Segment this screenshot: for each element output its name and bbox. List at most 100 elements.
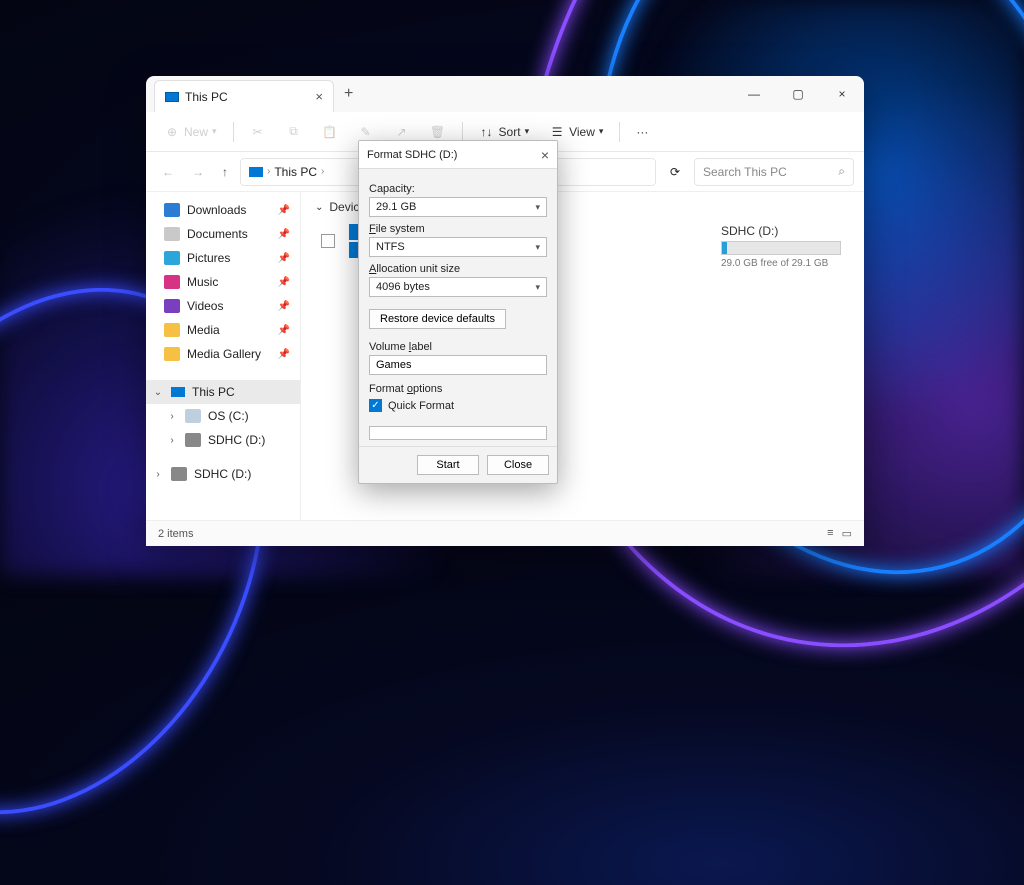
sidebar-item-documents[interactable]: Documents📌 [146, 222, 300, 246]
volume-label-input[interactable] [369, 355, 547, 375]
volume-label-label: Volume label [369, 341, 547, 353]
refresh-button[interactable]: ⟳ [662, 161, 688, 183]
sidebar-item-this-pc[interactable]: ⌄ This PC [146, 380, 300, 404]
sidebar-item-downloads[interactable]: Downloads 📌 [146, 198, 300, 222]
format-options-label: Format options [369, 383, 547, 395]
pin-icon: 📌 [278, 205, 290, 216]
view-icon: ☰ [549, 124, 565, 140]
dialog-title: Format SDHC (D:) [367, 149, 457, 161]
plus-circle-icon: ⊕ [164, 124, 180, 140]
folder-icon [164, 299, 180, 313]
folder-icon [164, 251, 180, 265]
pin-icon: 📌 [278, 301, 290, 312]
paste-button[interactable]: 📋 [314, 120, 346, 144]
storage-bar-fill [722, 242, 727, 254]
pin-icon: 📌 [278, 277, 290, 288]
chevron-down-icon: ▾ [525, 126, 530, 137]
folder-icon [164, 275, 180, 289]
chevron-right-icon: › [267, 166, 270, 177]
chevron-down-icon[interactable]: ⌄ [152, 387, 164, 398]
restore-defaults-button[interactable]: Restore device defaults [369, 309, 506, 329]
sidebar-item-sdhc-d-root[interactable]: › SDHC (D:) [146, 462, 300, 486]
drive-icon [185, 433, 201, 447]
sort-icon: ↑↓ [479, 124, 495, 140]
dialog-close-button[interactable]: × [541, 147, 549, 163]
sidebar-item-sdhc-d[interactable]: › SDHC (D:) [146, 428, 300, 452]
maximize-button[interactable]: ▢ [776, 76, 820, 112]
status-bar: 2 items ≡ ▭ [146, 520, 864, 546]
chevron-down-icon: ▾ [535, 202, 540, 213]
tiles-view-icon[interactable]: ▭ [842, 527, 852, 540]
copy-button[interactable]: ⧉ [278, 120, 310, 144]
filesystem-dropdown[interactable]: NTFS ▾ [369, 237, 547, 257]
start-button[interactable]: Start [417, 455, 479, 475]
chevron-right-icon[interactable]: › [152, 469, 164, 480]
more-icon: ··· [636, 125, 648, 139]
folder-icon [164, 227, 180, 241]
sort-label: Sort [499, 125, 521, 139]
tab-close-button[interactable]: × [315, 89, 323, 104]
pin-icon: 📌 [278, 253, 290, 264]
details-view-icon[interactable]: ≡ [827, 527, 833, 540]
sidebar-item-label: Music [187, 275, 218, 289]
sidebar-item-label: Downloads [187, 203, 246, 217]
chevron-right-icon[interactable]: › [166, 435, 178, 446]
checkbox[interactable] [321, 234, 335, 248]
close-dialog-button[interactable]: Close [487, 455, 549, 475]
sidebar-item-pictures[interactable]: Pictures 📌 [146, 246, 300, 270]
trash-icon: 🗑 [430, 124, 446, 140]
sidebar-item-label: SDHC (D:) [194, 467, 251, 481]
quick-format-checkbox[interactable]: ✓ Quick Format [369, 399, 547, 412]
pin-icon: 📌 [278, 349, 290, 360]
chevron-right-icon[interactable]: › [166, 411, 178, 422]
capacity-value: 29.1 GB [376, 201, 416, 213]
sidebar-item-label: Videos [187, 299, 223, 313]
sidebar-item-label: SDHC (D:) [208, 433, 265, 447]
filesystem-value: NTFS [376, 241, 405, 253]
back-button[interactable]: ← [156, 161, 180, 183]
close-button[interactable]: × [820, 76, 864, 112]
capacity-label: Capacity: [369, 183, 547, 195]
sidebar-item-media[interactable]: Media📌 [146, 318, 300, 342]
filesystem-label: File system [369, 223, 547, 235]
tab-title: This PC [185, 90, 228, 104]
chevron-down-icon: ▾ [212, 126, 217, 137]
divider [233, 122, 234, 142]
sidebar-item-media-gallery[interactable]: Media Gallery📌 [146, 342, 300, 366]
scissors-icon: ✂ [250, 124, 266, 140]
pc-icon [249, 167, 263, 177]
minimize-button[interactable]: — [732, 76, 776, 112]
chevron-down-icon: ▾ [535, 282, 540, 293]
window-controls: — ▢ × [732, 76, 864, 112]
sidebar-item-label: Pictures [187, 251, 230, 265]
chevron-down-icon: ▾ [535, 242, 540, 253]
share-icon: ↗ [394, 124, 410, 140]
forward-button[interactable]: → [186, 161, 210, 183]
sidebar-item-label: OS (C:) [208, 409, 249, 423]
sidebar-item-label: This PC [192, 385, 235, 399]
drive-tile-sdhc-d[interactable]: SDHC (D:) 29.0 GB free of 29.1 GB [721, 224, 841, 269]
sidebar-item-music[interactable]: Music 📌 [146, 270, 300, 294]
checkbox-checked-icon: ✓ [369, 399, 382, 412]
folder-icon [164, 323, 180, 337]
more-button[interactable]: ··· [628, 121, 656, 143]
sidebar-item-label: Media [187, 323, 220, 337]
sidebar-item-label: Documents [187, 227, 248, 241]
sidebar-item-os-c[interactable]: › OS (C:) [146, 404, 300, 428]
tab-this-pc[interactable]: This PC × [154, 80, 334, 112]
pc-icon [165, 92, 179, 102]
breadcrumb-item[interactable]: This PC [274, 165, 317, 179]
capacity-dropdown[interactable]: 29.1 GB ▾ [369, 197, 547, 217]
sidebar-item-videos[interactable]: Videos 📌 [146, 294, 300, 318]
new-button[interactable]: ⊕ New ▾ [156, 120, 225, 144]
allocation-dropdown[interactable]: 4096 bytes ▾ [369, 277, 547, 297]
format-progress-bar [369, 426, 547, 440]
allocation-label: Allocation unit size [369, 263, 547, 275]
up-button[interactable]: ↑ [216, 161, 234, 183]
chevron-right-icon: › [321, 166, 324, 177]
quick-format-label: Quick Format [388, 400, 454, 412]
new-tab-button[interactable]: + [344, 85, 353, 103]
drive-icon [185, 409, 201, 423]
cut-button[interactable]: ✂ [242, 120, 274, 144]
search-input[interactable]: Search This PC ⌕ [694, 158, 854, 186]
